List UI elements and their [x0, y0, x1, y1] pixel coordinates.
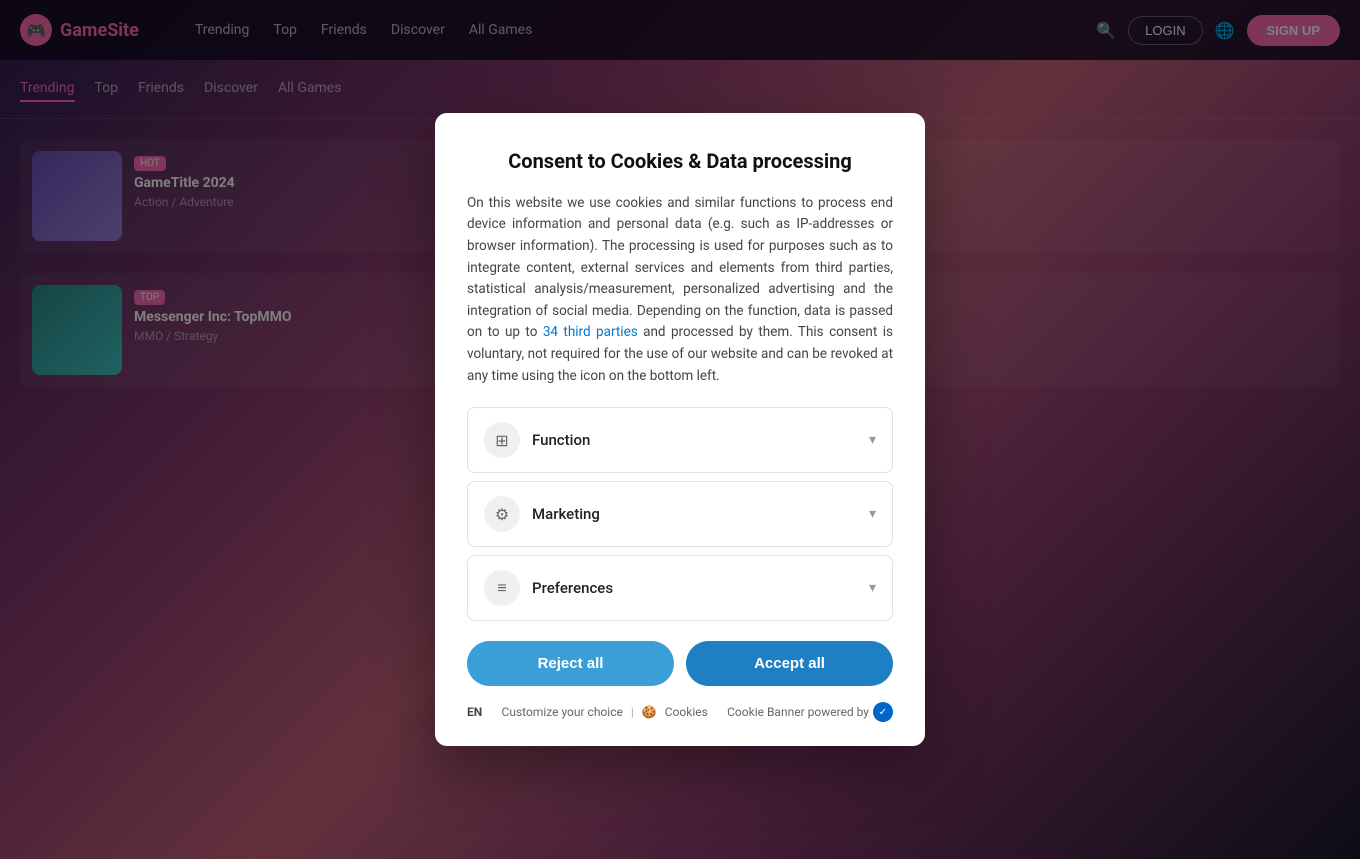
function-label: Function — [532, 431, 590, 449]
preferences-icon: ≡ — [484, 570, 520, 606]
function-chevron-icon: ▾ — [869, 432, 876, 448]
cookies-link[interactable]: Cookies — [665, 705, 708, 719]
footer-separator: | — [631, 705, 634, 719]
preferences-label: Preferences — [532, 579, 613, 597]
reject-all-button[interactable]: Reject all — [467, 641, 674, 686]
modal-title: Consent to Cookies & Data processing — [467, 149, 893, 173]
powered-by-text: Cookie Banner powered by — [727, 705, 869, 719]
modal-buttons: Reject all Accept all — [467, 641, 893, 686]
cookies-icon: 🍪 — [642, 705, 657, 719]
modal-backdrop: Consent to Cookies & Data processing On … — [0, 0, 1360, 859]
modal-body-text: On this website we use cookies and simil… — [467, 193, 893, 387]
footer-powered: Cookie Banner powered by ✓ — [727, 702, 893, 722]
cookie-consent-modal: Consent to Cookies & Data processing On … — [435, 113, 925, 746]
modal-footer: EN Customize your choice | 🍪 Cookies Coo… — [467, 702, 893, 722]
customize-choice-link[interactable]: Customize your choice — [502, 705, 623, 719]
language-label[interactable]: EN — [467, 705, 482, 719]
powered-badge-icon: ✓ — [873, 702, 893, 722]
marketing-label: Marketing — [532, 505, 600, 523]
preferences-chevron-icon: ▾ — [869, 580, 876, 596]
third-parties-link[interactable]: 34 third parties — [543, 324, 638, 340]
accordion-marketing[interactable]: ⚙ Marketing ▾ — [467, 481, 893, 547]
function-icon: ⊞ — [484, 422, 520, 458]
footer-center: Customize your choice | 🍪 Cookies — [502, 705, 708, 719]
accept-all-button[interactable]: Accept all — [686, 641, 893, 686]
marketing-chevron-icon: ▾ — [869, 506, 876, 522]
accordion-preferences[interactable]: ≡ Preferences ▾ — [467, 555, 893, 621]
accordion-function[interactable]: ⊞ Function ▾ — [467, 407, 893, 473]
marketing-icon: ⚙ — [484, 496, 520, 532]
